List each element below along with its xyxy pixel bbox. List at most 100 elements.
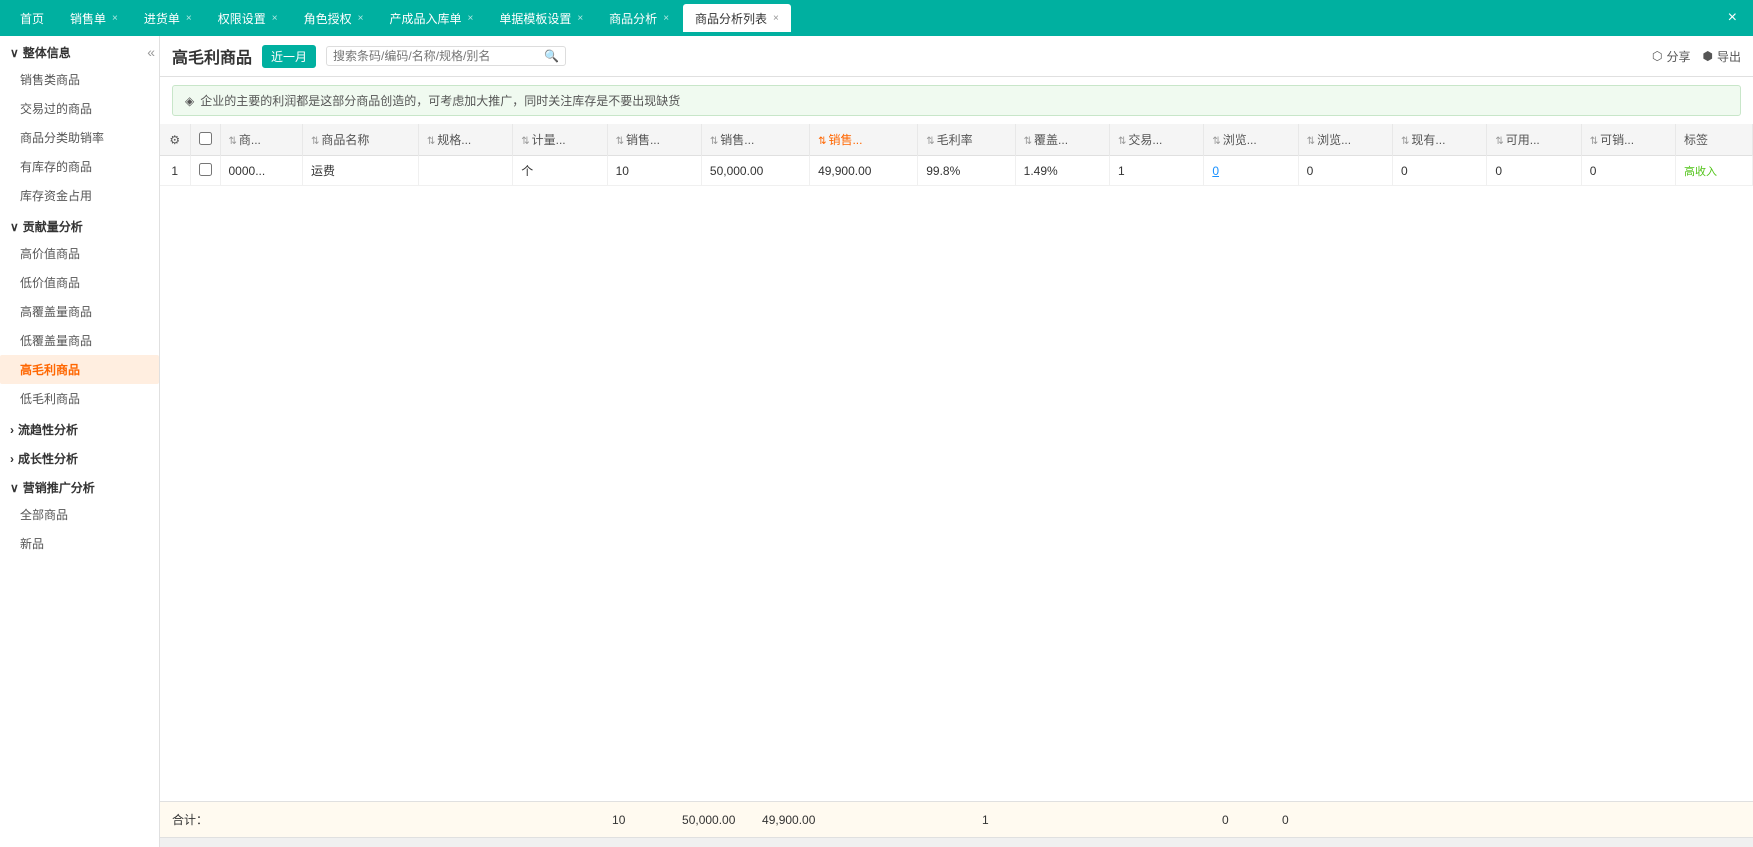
horizontal-scrollbar[interactable] [160, 837, 1753, 847]
cell-unit: 个 [513, 156, 607, 186]
col-coverage[interactable]: ⇅覆盖... [1015, 124, 1109, 156]
cell-spec [418, 156, 512, 186]
chevron-down-icon: ∨ [10, 481, 19, 495]
close-icon[interactable]: × [577, 13, 583, 24]
row-select-checkbox[interactable] [199, 163, 212, 176]
cell-code: 0000... [220, 156, 303, 186]
col-sales-profit[interactable]: ⇅销售... [810, 124, 918, 156]
filter-recent-month-button[interactable]: 近一月 [262, 45, 316, 68]
col-gross-rate[interactable]: ⇅毛利率 [918, 124, 1015, 156]
close-icon[interactable]: × [773, 13, 779, 24]
sidebar-group-overall[interactable]: ∨ 整体信息 [0, 36, 159, 65]
share-icon: ⬡ [1652, 49, 1662, 63]
sidebar-collapse-button[interactable]: « [147, 44, 155, 60]
content-area: 高毛利商品 近一月 🔍 ⬡ 分享 ⬢ 导出 ◈ 企业的主要的利润都是这部分商品创… [160, 36, 1753, 847]
nav-tab-home[interactable]: 首页 [8, 4, 56, 32]
table-wrapper[interactable]: ⚙ ⇅商... ⇅商品名称 ⇅规格... ⇅计量... ⇅销售... ⇅销售..… [160, 124, 1753, 801]
close-icon[interactable]: × [186, 13, 192, 24]
sidebar-item-high-coverage[interactable]: 高覆盖量商品 [0, 297, 159, 326]
nav-tab-warehouse[interactable]: 产成品入库单 × [377, 4, 485, 32]
col-spec[interactable]: ⇅规格... [418, 124, 512, 156]
col-sales-amount[interactable]: ⇅销售... [701, 124, 809, 156]
export-button[interactable]: ⬢ 导出 [1703, 48, 1742, 65]
sidebar-group-marketing[interactable]: ∨ 营销推广分析 [0, 471, 159, 500]
row-checkbox [190, 156, 220, 186]
cell-transaction: 1 [1109, 156, 1203, 186]
nav-tab-template[interactable]: 单据模板设置 × [487, 4, 595, 32]
table-row: 1 0000... 运费 [160, 156, 1753, 186]
footer-transaction: 1 [982, 813, 1042, 827]
nav-tab-roles[interactable]: 角色授权 × [292, 4, 376, 32]
sidebar-group-trend[interactable]: › 流趋性分析 [0, 413, 159, 442]
footer-total-row: 合计： 10 50,000.00 49,900.00 1 0 0 [160, 801, 1753, 837]
footer-sales-amount: 50,000.00 [682, 813, 762, 827]
col-checkbox [190, 124, 220, 156]
sidebar-item-high-margin[interactable]: 高毛利商品 [0, 355, 159, 384]
col-unit[interactable]: ⇅计量... [513, 124, 607, 156]
header-actions: ⬡ 分享 ⬢ 导出 [1652, 48, 1741, 65]
close-icon[interactable]: × [663, 13, 669, 24]
col-name[interactable]: ⇅商品名称 [303, 124, 419, 156]
info-icon: ◈ [185, 94, 194, 108]
table-header-row: ⚙ ⇅商... ⇅商品名称 ⇅规格... ⇅计量... ⇅销售... ⇅销售..… [160, 124, 1753, 156]
info-banner: ◈ 企业的主要的利润都是这部分商品创造的，可考虑加大推广，同时关注库存是不要出现… [172, 85, 1741, 116]
sidebar-item-all-goods[interactable]: 全部商品 [0, 500, 159, 529]
col-browse2[interactable]: ⇅浏览... [1298, 124, 1392, 156]
sidebar-item-low-coverage[interactable]: 低覆盖量商品 [0, 326, 159, 355]
sidebar-item-stock-capital[interactable]: 库存资金占用 [0, 181, 159, 210]
cell-sales-qty: 10 [607, 156, 701, 186]
cell-sales-amount: 50,000.00 [701, 156, 809, 186]
nav-tab-purchase[interactable]: 进货单 × [132, 4, 204, 32]
nav-tab-sales[interactable]: 销售单 × [58, 4, 130, 32]
sidebar-item-low-value[interactable]: 低价值商品 [0, 268, 159, 297]
col-current-stock[interactable]: ⇅现有... [1393, 124, 1487, 156]
sidebar-item-sales-goods[interactable]: 销售类商品 [0, 65, 159, 94]
chevron-down-icon: ∨ [10, 46, 19, 60]
info-text: 企业的主要的利润都是这部分商品创造的，可考虑加大推广，同时关注库存是不要出现缺货 [200, 92, 680, 109]
sidebar-item-category-rate[interactable]: 商品分类助销率 [0, 123, 159, 152]
close-icon[interactable]: × [467, 13, 473, 24]
cell-name: 运费 [303, 156, 419, 186]
sidebar-item-in-stock[interactable]: 有库存的商品 [0, 152, 159, 181]
footer-sales-profit: 49,900.00 [762, 813, 842, 827]
close-icon[interactable]: × [272, 13, 278, 24]
nav-tab-permissions[interactable]: 权限设置 × [206, 4, 290, 32]
cell-current-stock: 0 [1393, 156, 1487, 186]
chevron-down-icon: ∨ [10, 220, 19, 234]
share-button[interactable]: ⬡ 分享 [1652, 48, 1691, 65]
close-icon[interactable]: × [358, 13, 364, 24]
nav-tab-product-analysis[interactable]: 商品分析 × [597, 4, 681, 32]
sidebar-group-contribution[interactable]: ∨ 贡献量分析 [0, 210, 159, 239]
select-all-checkbox[interactable] [199, 132, 212, 145]
export-icon: ⬢ [1703, 49, 1713, 63]
col-available[interactable]: ⇅可用... [1487, 124, 1581, 156]
col-settings[interactable]: ⚙ [160, 124, 190, 156]
data-table: ⚙ ⇅商... ⇅商品名称 ⇅规格... ⇅计量... ⇅销售... ⇅销售..… [160, 124, 1753, 186]
footer-available: 0 [1222, 813, 1282, 827]
search-box: 🔍 [326, 46, 566, 66]
cell-tag: 高收入 [1676, 156, 1753, 186]
browse1-link[interactable]: 0 [1212, 164, 1219, 178]
search-input[interactable] [333, 49, 544, 63]
nav-tab-product-analysis-list[interactable]: 商品分析列表 × [683, 4, 791, 32]
page-title: 高毛利商品 [172, 44, 252, 68]
col-code[interactable]: ⇅商... [220, 124, 303, 156]
col-sales-qty[interactable]: ⇅销售... [607, 124, 701, 156]
sidebar-item-low-margin[interactable]: 低毛利商品 [0, 384, 159, 413]
col-tag[interactable]: 标签 [1676, 124, 1753, 156]
sidebar-item-high-value[interactable]: 高价值商品 [0, 239, 159, 268]
cell-browse2: 0 [1298, 156, 1392, 186]
footer-label: 合计： [172, 811, 208, 828]
sidebar-item-new-goods[interactable]: 新品 [0, 529, 159, 558]
sidebar-item-traded-goods[interactable]: 交易过的商品 [0, 94, 159, 123]
search-icon[interactable]: 🔍 [544, 49, 559, 63]
col-sellable[interactable]: ⇅可销... [1581, 124, 1675, 156]
chevron-right-icon: › [10, 452, 14, 466]
footer-sales-qty: 10 [612, 813, 682, 827]
sidebar-group-growth[interactable]: › 成长性分析 [0, 442, 159, 471]
col-browse1[interactable]: ⇅浏览... [1204, 124, 1298, 156]
col-transaction[interactable]: ⇅交易... [1109, 124, 1203, 156]
close-icon[interactable]: × [112, 13, 118, 24]
window-close-button[interactable]: × [1720, 9, 1745, 27]
footer-sellable: 0 [1282, 813, 1342, 827]
